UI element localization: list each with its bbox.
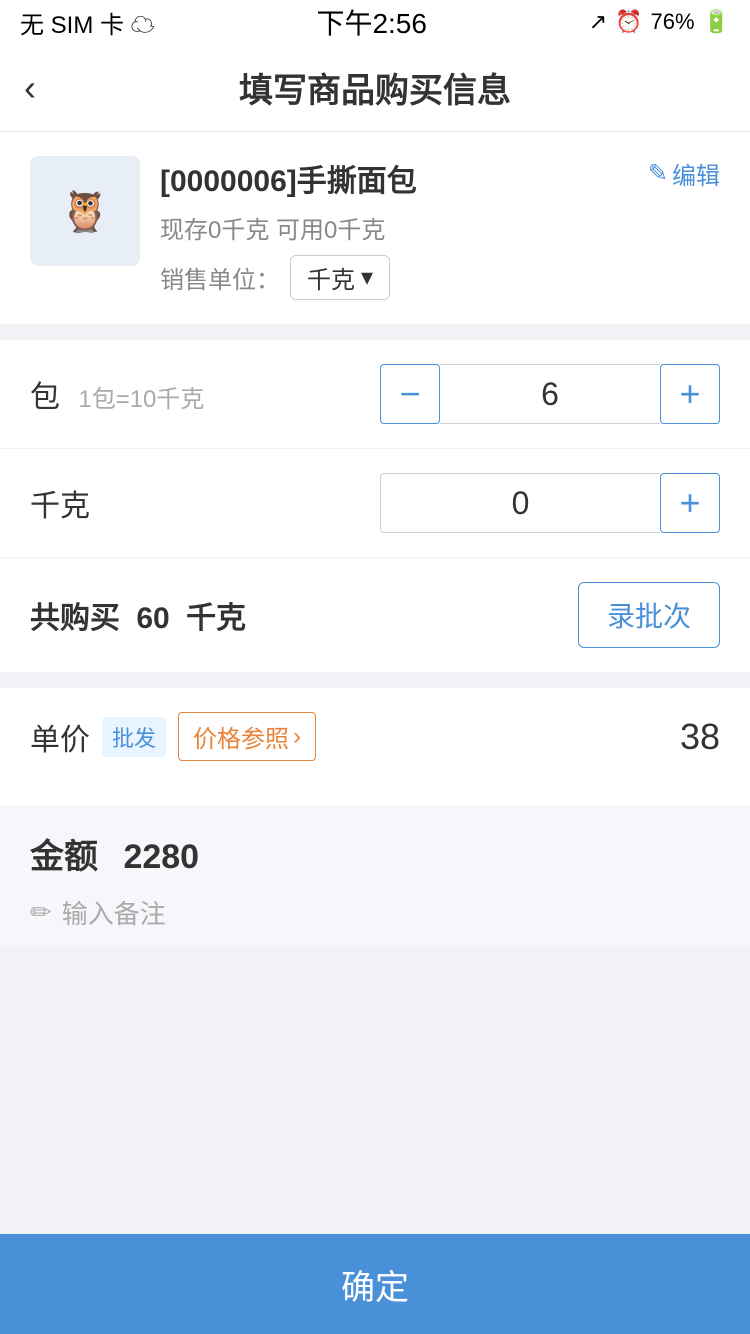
unit-select[interactable]: 千克 ▾ (290, 255, 390, 300)
product-info: [0000006]手撕面包 现存0千克 可用0千克 销售单位： 千克 ▾ (160, 156, 628, 300)
battery-icon: 🔋 (703, 9, 730, 35)
status-time: 下午2:56 (316, 2, 427, 42)
amount-section: 金额 2280 ✏ 输入备注 (0, 805, 750, 947)
kg-label: 千克 (30, 481, 380, 525)
product-stock: 现存0千克 可用0千克 (160, 210, 628, 245)
unit-value: 千克 (307, 260, 355, 295)
product-card: 🦉 [0000006]手撕面包 现存0千克 可用0千克 销售单位： 千克 ▾ ✎… (0, 132, 750, 324)
price-tag: 批发 (102, 717, 166, 757)
kg-input[interactable] (380, 473, 660, 533)
sim-label: 无 SIM 卡 ☁ (20, 5, 155, 40)
package-label: 包 1包=10千克 (30, 372, 380, 416)
price-ref-arrow-icon: › (293, 723, 301, 751)
edit-icon: ✎ (648, 159, 668, 188)
package-hint: 1包=10千克 (78, 386, 204, 413)
note-placeholder: 输入备注 (62, 894, 166, 931)
price-label: 单价 (30, 715, 90, 759)
package-input[interactable] (440, 364, 660, 424)
kg-row: 千克 + (0, 449, 750, 558)
location-icon: ↗ (589, 9, 607, 35)
back-button[interactable]: ‹ (24, 67, 36, 109)
alarm-icon: ⏰ (615, 9, 642, 35)
product-unit-row: 销售单位： 千克 ▾ (160, 255, 628, 300)
page-title: 填写商品购买信息 (239, 63, 511, 112)
unit-label: 销售单位： (160, 260, 280, 295)
price-left: 单价 批发 价格参照 › (30, 712, 316, 761)
total-row: 共购买 60 千克 录批次 (0, 558, 750, 672)
price-value: 38 (680, 716, 720, 758)
amount-value: 2280 (123, 838, 199, 876)
product-image: 🦉 (30, 156, 140, 266)
note-row[interactable]: ✏ 输入备注 (30, 894, 720, 931)
confirm-button[interactable]: 确定 (341, 1260, 409, 1309)
confirm-bar[interactable]: 确定 (0, 1234, 750, 1334)
gray-fill-area (0, 947, 750, 1247)
package-controls: − + (380, 364, 720, 424)
status-bar: 无 SIM 卡 ☁ 下午2:56 ↗ ⏰ 76% 🔋 (0, 0, 750, 44)
price-ref-label: 价格参照 (193, 719, 289, 754)
product-name: [0000006]手撕面包 (160, 156, 628, 200)
kg-plus-button[interactable]: + (660, 473, 720, 533)
status-right: ↗ ⏰ 76% 🔋 (589, 9, 730, 35)
unit-chevron-icon: ▾ (361, 263, 373, 292)
kg-controls: + (380, 473, 720, 533)
price-row: 单价 批发 价格参照 › 38 (30, 712, 720, 761)
package-minus-button[interactable]: − (380, 364, 440, 424)
amount-row: 金额 2280 (30, 829, 720, 878)
package-row: 包 1包=10千克 − + (0, 340, 750, 449)
total-label: 共购买 60 千克 (30, 593, 246, 637)
total-amount: 60 (136, 602, 169, 635)
edit-label: 编辑 (672, 156, 720, 191)
note-icon: ✏ (30, 897, 52, 928)
product-logo: 🦉 (60, 188, 110, 235)
price-section: 单价 批发 价格参照 › 38 (0, 688, 750, 805)
battery-label: 76% (651, 9, 695, 35)
nav-bar: ‹ 填写商品购买信息 (0, 44, 750, 132)
batch-button[interactable]: 录批次 (578, 582, 720, 648)
price-ref-button[interactable]: 价格参照 › (178, 712, 316, 761)
package-section: 包 1包=10千克 − + 千克 + (0, 340, 750, 558)
package-plus-button[interactable]: + (660, 364, 720, 424)
edit-button[interactable]: ✎ 编辑 (648, 156, 720, 191)
status-left: 无 SIM 卡 ☁ (20, 5, 155, 40)
